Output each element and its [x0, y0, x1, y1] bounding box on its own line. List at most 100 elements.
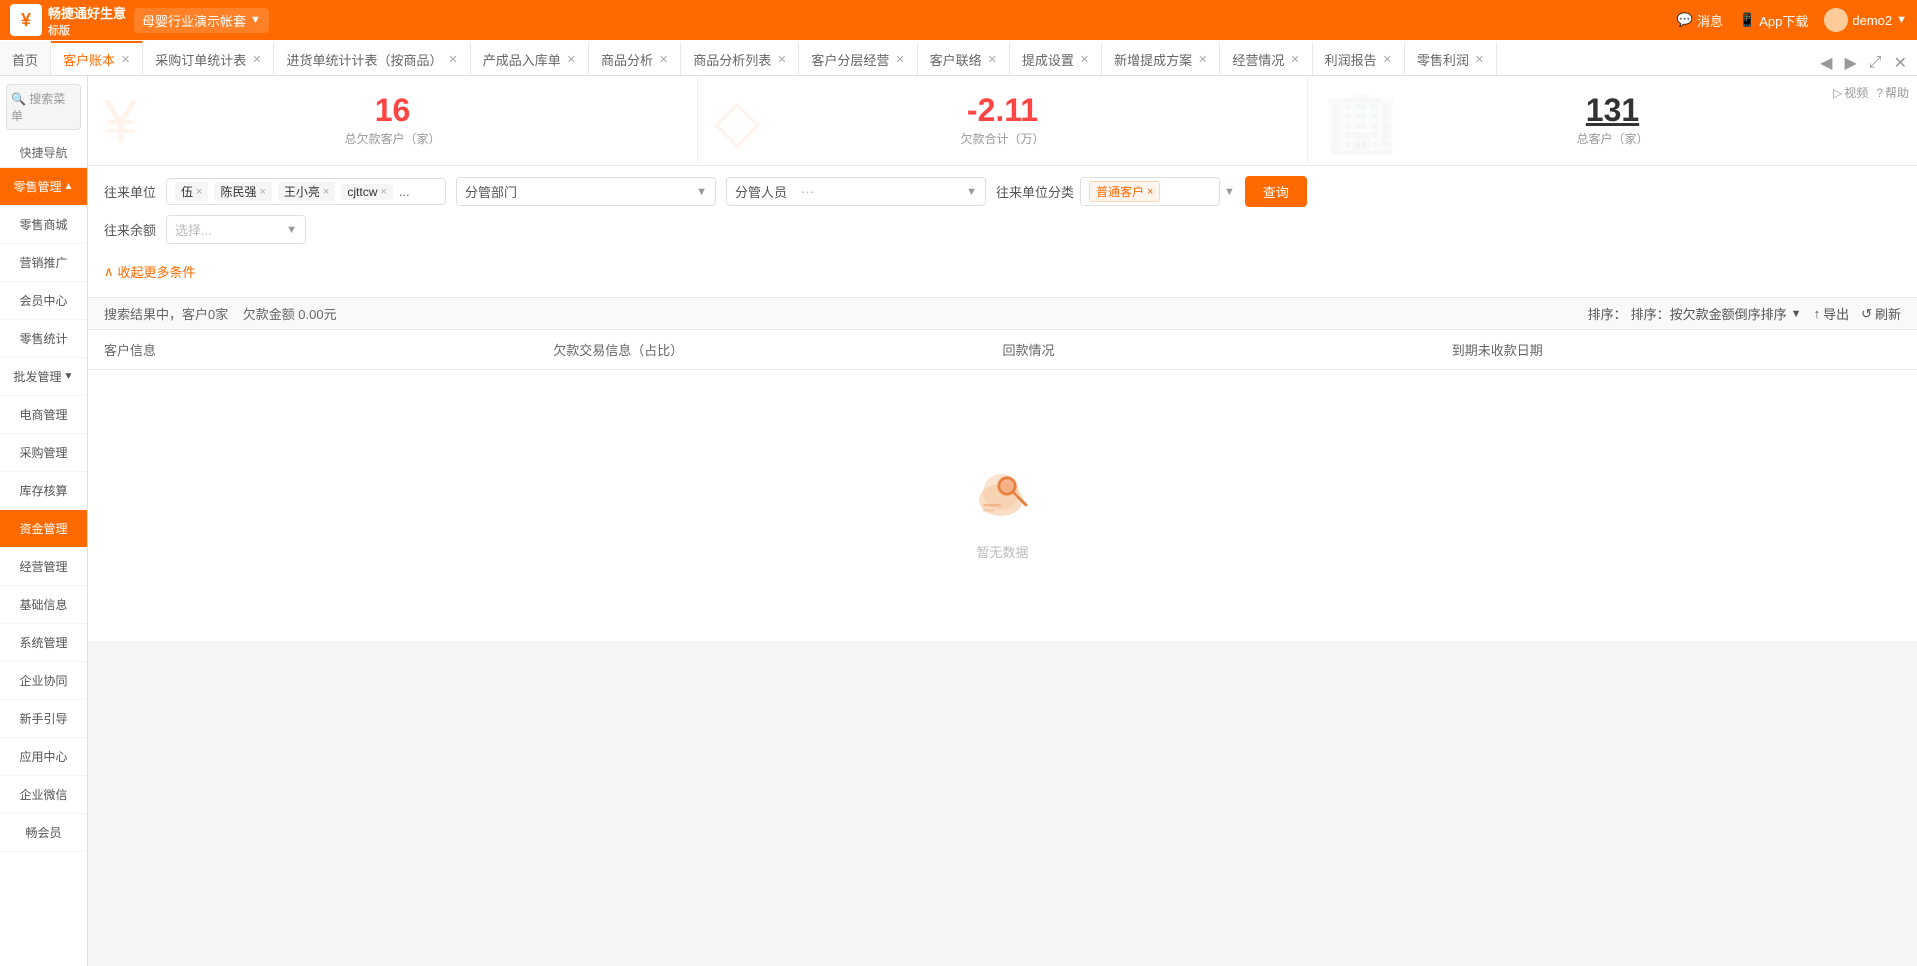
video-help-btn[interactable]: ▷ 视频	[1833, 84, 1868, 101]
remainder-chevron-icon: ▼	[286, 224, 297, 236]
search-result-summary: 搜索结果中，客户0家 欠款金额 0.00元	[104, 304, 337, 323]
close-tab-customer-contact[interactable]: ✕	[988, 53, 997, 66]
tab-goods-analysis-list[interactable]: 商品分析列表 ✕	[681, 41, 799, 75]
remove-tag-cj[interactable]: ×	[380, 186, 386, 198]
person-chevron-icon: ▼	[966, 186, 977, 198]
empty-text: 暂无数据	[976, 542, 1028, 561]
unit-tags-more[interactable]: ...	[399, 184, 410, 199]
remove-tag-chen[interactable]: ×	[259, 186, 265, 198]
tab-prev-arrow[interactable]: ◀	[1816, 51, 1836, 75]
sidebar-item-wholesale[interactable]: 批发管理 ▼	[0, 358, 87, 396]
remove-tag-wang[interactable]: ×	[323, 186, 329, 198]
close-tab-customer-tier[interactable]: ✕	[895, 53, 904, 66]
close-tab-goods-analysis-list[interactable]: ✕	[777, 53, 786, 66]
unit-type-tags[interactable]: 普通客户 ×	[1080, 177, 1220, 206]
refresh-btn[interactable]: ↺ 刷新	[1861, 304, 1901, 323]
export-btn[interactable]: ↑ 导出	[1814, 304, 1850, 323]
logo-area: ¥ 畅捷通好生意 标版	[10, 3, 126, 38]
close-tab-purchase-stat[interactable]: ✕	[449, 53, 458, 66]
tab-goods-analysis[interactable]: 商品分析 ✕	[589, 41, 681, 75]
tab-purchase-order[interactable]: 采购订单统计表 ✕	[143, 41, 274, 75]
tab-expand-icon[interactable]: ⤢	[1865, 52, 1886, 74]
collapse-row: ∧ 收起更多条件	[104, 252, 1901, 287]
tab-home[interactable]: 首页	[0, 41, 51, 75]
col-repayment: 回款情况	[1003, 340, 1452, 359]
sidebar-item-newbie[interactable]: 新手引导	[0, 700, 87, 738]
sidebar-item-system[interactable]: 系统管理	[0, 624, 87, 662]
logo-text: 畅捷通好生意 标版	[48, 3, 126, 38]
unit-tags-input[interactable]: 伍 × 陈民强 × 王小亮 × cjttcw × ...	[166, 178, 446, 205]
stat-bg-icon-building: 🏢	[1324, 85, 1399, 156]
tab-operations[interactable]: 经营情况 ✕	[1220, 41, 1312, 75]
unit-type-container: 往来单位分类 普通客户 × ▼	[996, 177, 1235, 206]
close-tab-accounts[interactable]: ✕	[121, 53, 130, 66]
person-more-icon[interactable]: ···	[799, 184, 816, 199]
sidebar-item-finance[interactable]: 资金管理	[0, 510, 87, 548]
unit-type-chevron-icon[interactable]: ▼	[1224, 186, 1235, 198]
sort-selector[interactable]: 排序： 排序：按欠款金额倒序排序 ▼	[1588, 304, 1802, 323]
sidebar-item-purchase[interactable]: 采购管理	[0, 434, 87, 472]
app-download-btn[interactable]: 📱 App下载	[1739, 11, 1808, 30]
nav-tabs: 首页 客户账本 ✕ 采购订单统计表 ✕ 进货单统计计表（按商品） ✕ 产成品入库…	[0, 40, 1917, 76]
person-select[interactable]: 分管人员 ··· ▼	[726, 177, 986, 206]
close-tab-new-promo[interactable]: ✕	[1198, 53, 1207, 66]
close-tab-retail-profit[interactable]: ✕	[1475, 53, 1484, 66]
stat-help: ▷ 视频 ? 帮助	[1833, 84, 1909, 101]
sidebar-item-retail-stat[interactable]: 零售统计	[0, 320, 87, 358]
tab-customer-contact[interactable]: 客户联络 ✕	[918, 41, 1010, 75]
close-tab-promo-settings[interactable]: ✕	[1080, 53, 1089, 66]
chevron-down-icon: ▼	[250, 14, 261, 26]
tab-accounts[interactable]: 客户账本 ✕	[51, 41, 143, 75]
dept-select[interactable]: 分管部门 ▼	[456, 177, 716, 206]
dept-chevron-icon: ▼	[696, 186, 707, 198]
tab-new-promo[interactable]: 新增提成方案 ✕	[1102, 41, 1220, 75]
help-btn[interactable]: ? 帮助	[1876, 84, 1909, 101]
top-bar-right: 💬 消息 📱 App下载 demo2 ▼	[1677, 8, 1907, 32]
query-button[interactable]: 查询	[1245, 176, 1307, 207]
stat-total-customers: 🏢 131 总客户（家） ▷ 视频 ? 帮助	[1308, 76, 1917, 165]
sidebar-item-vip-member[interactable]: 畅会员	[0, 814, 87, 852]
remove-unit-type-normal[interactable]: ×	[1147, 186, 1153, 198]
search-result-bar: 搜索结果中，客户0家 欠款金额 0.00元 排序： 排序：按欠款金额倒序排序 ▼…	[88, 298, 1917, 330]
chevron-icon-wholesale: ▼	[64, 371, 74, 382]
collapse-btn[interactable]: ∧ 收起更多条件	[104, 256, 1901, 287]
close-tab-goods-analysis[interactable]: ✕	[659, 53, 668, 66]
user-chevron-icon: ▼	[1896, 14, 1907, 26]
remove-tag-wu[interactable]: ×	[196, 186, 202, 198]
message-btn[interactable]: 💬 消息	[1677, 11, 1723, 30]
tab-promo-settings[interactable]: 提成设置 ✕	[1010, 41, 1102, 75]
tab-next-arrow[interactable]: ▶	[1840, 51, 1860, 75]
sidebar-item-basic-info[interactable]: 基础信息	[0, 586, 87, 624]
close-tab-profit-report[interactable]: ✕	[1383, 53, 1392, 66]
chevron-up-icon: ∧	[104, 264, 114, 280]
sidebar-item-inventory[interactable]: 库存核算	[0, 472, 87, 510]
unit-tag-chen: 陈民强 ×	[214, 182, 271, 201]
sidebar-item-app-center[interactable]: 应用中心	[0, 738, 87, 776]
user-menu-btn[interactable]: demo2 ▼	[1824, 8, 1907, 32]
tab-retail-profit[interactable]: 零售利润 ✕	[1405, 41, 1497, 75]
sidebar-item-member[interactable]: 会员中心	[0, 282, 87, 320]
tab-purchase-stat[interactable]: 进货单统计计表（按商品） ✕	[274, 41, 470, 75]
total-customers-number: 131	[1586, 94, 1639, 126]
quick-nav-btn[interactable]: 快捷导航	[0, 138, 87, 168]
empty-icon	[963, 450, 1043, 530]
sidebar-item-ecommerce[interactable]: 电商管理	[0, 396, 87, 434]
tab-product-in[interactable]: 产成品入库单 ✕	[471, 41, 589, 75]
system-selector[interactable]: 母婴行业演示帐套 ▼	[134, 8, 269, 33]
tab-close-all-icon[interactable]: ✕	[1890, 51, 1911, 75]
close-tab-operations[interactable]: ✕	[1290, 53, 1299, 66]
tab-profit-report[interactable]: 利润报告 ✕	[1313, 41, 1405, 75]
col-customer-info: 客户信息	[104, 340, 553, 359]
sidebar-item-marketing[interactable]: 营销推广	[0, 244, 87, 282]
sidebar-item-enterprise[interactable]: 企业协同	[0, 662, 87, 700]
close-tab-purchase-order[interactable]: ✕	[252, 53, 261, 66]
tab-customer-tier[interactable]: 客户分层经营 ✕	[799, 41, 917, 75]
debt-total-number: -2.11	[967, 94, 1038, 126]
remainder-select[interactable]: 选择... ▼	[166, 215, 306, 244]
sidebar-item-operations[interactable]: 经营管理	[0, 548, 87, 586]
sidebar-item-retail-mall[interactable]: 零售商城	[0, 206, 87, 244]
sidebar-item-retail[interactable]: 零售管理 ▲	[0, 168, 87, 206]
close-tab-product-in[interactable]: ✕	[567, 53, 576, 66]
sidebar-item-wechat[interactable]: 企业微信	[0, 776, 87, 814]
search-menu-btn[interactable]: 🔍 搜索菜单	[6, 84, 81, 130]
